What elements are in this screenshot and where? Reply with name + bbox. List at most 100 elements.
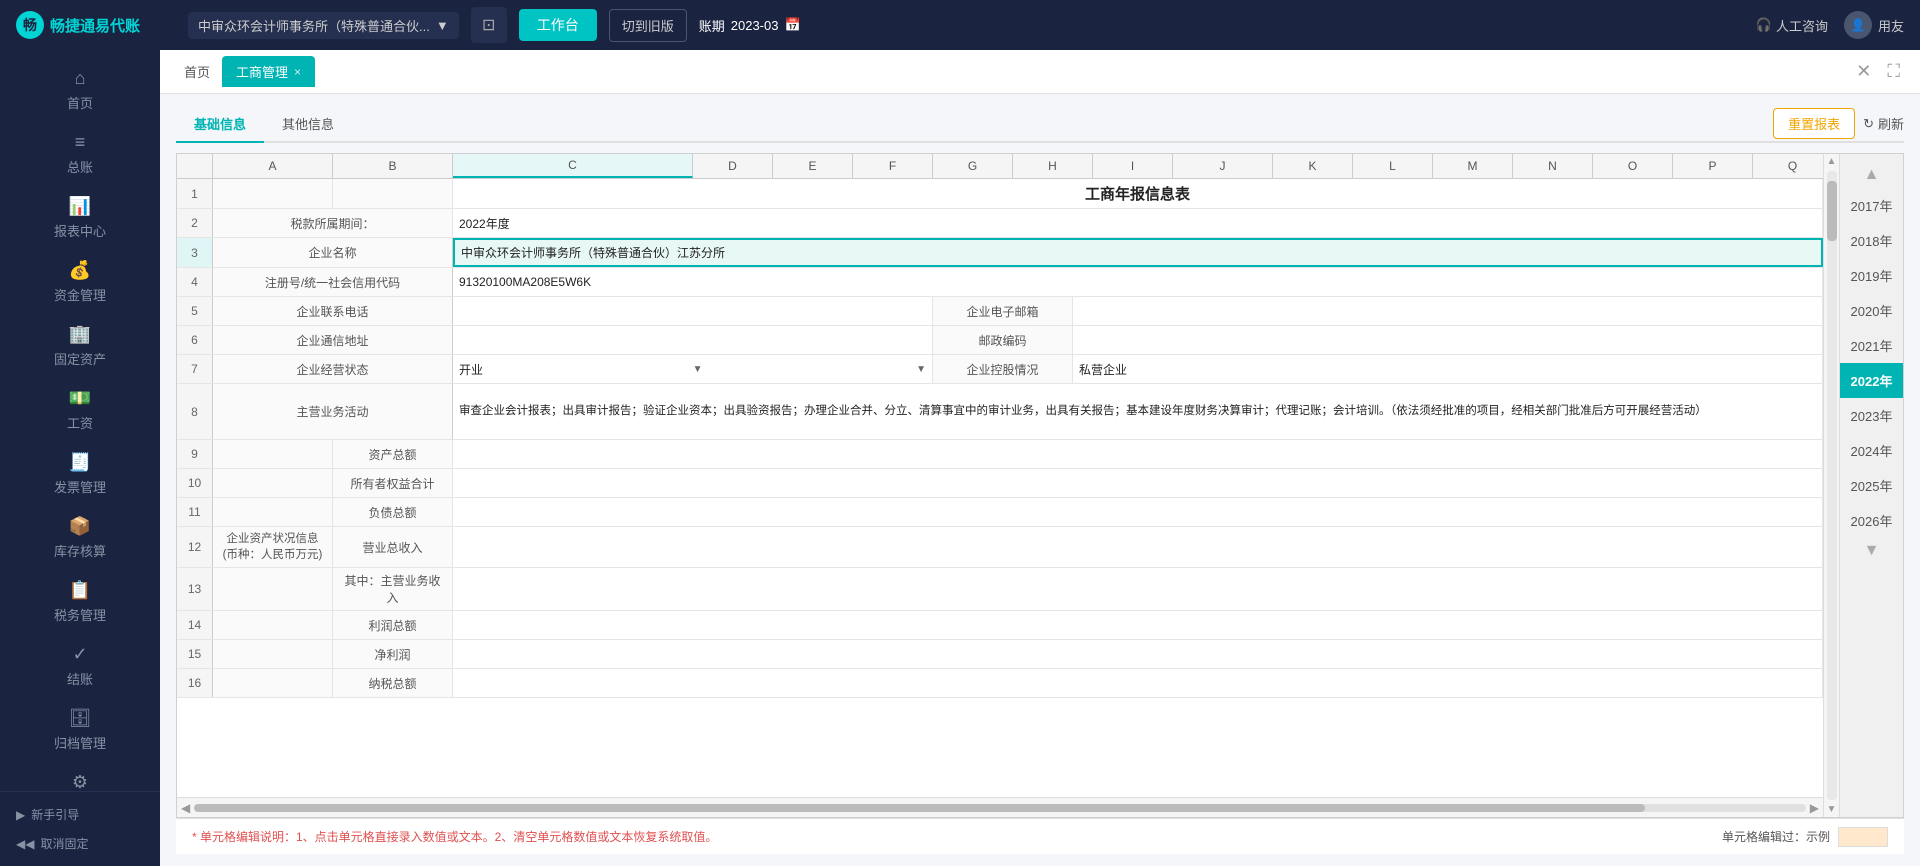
cell-6k[interactable] bbox=[1073, 326, 1823, 354]
cell-2c[interactable]: 2022年度 bbox=[453, 209, 1823, 237]
cell-15a[interactable] bbox=[213, 640, 333, 668]
sidebar-item-invoice[interactable]: 🧾 发票管理 bbox=[0, 442, 160, 506]
sub-tab-other[interactable]: 其他信息 bbox=[264, 106, 352, 143]
cell-6j[interactable]: 邮政编码 bbox=[933, 326, 1073, 354]
vscroll-down-arrow[interactable]: ▼ bbox=[1825, 802, 1839, 817]
cell-14c[interactable] bbox=[453, 611, 1823, 639]
cell-3ab[interactable]: 企业名称 bbox=[213, 238, 453, 267]
cell-1a[interactable] bbox=[213, 179, 333, 208]
year-2017[interactable]: 2017年 bbox=[1840, 188, 1903, 223]
cell-9c[interactable] bbox=[453, 440, 1823, 468]
cell-9a[interactable] bbox=[213, 440, 333, 468]
cancel-fixed-button[interactable]: ◀◀ 取消固定 bbox=[0, 829, 160, 858]
sidebar-item-reports[interactable]: 📊 报表中心 bbox=[0, 186, 160, 250]
vscroll-track[interactable] bbox=[1827, 171, 1837, 800]
year-nav-up[interactable]: ▲ bbox=[1840, 158, 1903, 188]
cell-5ab[interactable]: 企业联系电话 bbox=[213, 297, 453, 325]
sidebar-item-tax[interactable]: 📋 税务管理 bbox=[0, 570, 160, 634]
sub-tab-basic[interactable]: 基础信息 bbox=[176, 106, 264, 143]
hscroll-thumb[interactable] bbox=[194, 804, 1644, 812]
year-2022[interactable]: 2022年 bbox=[1840, 363, 1903, 398]
new-guide-button[interactable]: ▶ 新手引导 bbox=[0, 800, 160, 829]
cell-9b[interactable]: 资产总额 bbox=[333, 440, 453, 468]
close-tab-button[interactable]: ✕ bbox=[1852, 57, 1875, 86]
vscroll-bar[interactable]: ▲ ▼ bbox=[1823, 154, 1839, 817]
refresh-button[interactable]: ↻ 刷新 bbox=[1863, 108, 1904, 139]
cell-14b[interactable]: 利润总额 bbox=[333, 611, 453, 639]
calendar-icon[interactable]: 📅 bbox=[784, 17, 800, 33]
cell-7k[interactable]: 私营企业 bbox=[1073, 355, 1823, 383]
sidebar-item-finance[interactable]: 💰 资金管理 bbox=[0, 250, 160, 314]
reset-report-button[interactable]: 重置报表 bbox=[1773, 108, 1855, 139]
tab-gongshang[interactable]: 工商管理 × bbox=[222, 56, 315, 87]
cell-15b[interactable]: 净利润 bbox=[333, 640, 453, 668]
cell-6c[interactable] bbox=[453, 326, 933, 354]
cell-13c[interactable] bbox=[453, 568, 1823, 610]
cell-7ab[interactable]: 企业经营状态 bbox=[213, 355, 453, 383]
year-down-arrow[interactable]: ▼ bbox=[1860, 538, 1884, 564]
hscroll-right-arrow[interactable]: ▶ bbox=[1810, 801, 1819, 815]
cell-13b[interactable]: 其中：主营业务收入 bbox=[333, 568, 453, 610]
year-2018[interactable]: 2018年 bbox=[1840, 223, 1903, 258]
sidebar-item-ledger[interactable]: ≡ 总账 bbox=[0, 122, 160, 186]
cell-5c[interactable] bbox=[453, 297, 933, 325]
cell-16b[interactable]: 纳税总额 bbox=[333, 669, 453, 697]
company-selector[interactable]: 中审众环会计师事务所（特殊普通合伙... ▼ bbox=[188, 12, 459, 39]
cell-16c[interactable] bbox=[453, 669, 1823, 697]
cell-4c[interactable]: 91320100MA208E5W6K bbox=[453, 268, 1823, 296]
sidebar-item-assets[interactable]: 🏢 固定资产 bbox=[0, 314, 160, 378]
workbench-button[interactable]: 工作台 bbox=[519, 9, 597, 41]
year-2024[interactable]: 2024年 bbox=[1840, 433, 1903, 468]
maximize-button[interactable]: ⛶ bbox=[1883, 57, 1904, 86]
cell-14a[interactable] bbox=[213, 611, 333, 639]
cell-1-title[interactable]: 工商年报信息表 bbox=[453, 179, 1823, 208]
year-2020[interactable]: 2020年 bbox=[1840, 293, 1903, 328]
year-2025[interactable]: 2025年 bbox=[1840, 468, 1903, 503]
cell-10b[interactable]: 所有者权益合计 bbox=[333, 469, 453, 497]
cell-8ab[interactable]: 主营业务活动 bbox=[213, 384, 453, 439]
cell-7j[interactable]: 企业控股情况 bbox=[933, 355, 1073, 383]
sidebar-item-closing[interactable]: ✓ 结账 bbox=[0, 634, 160, 698]
hscroll-left-arrow[interactable]: ◀ bbox=[181, 801, 190, 815]
tab-home[interactable]: 首页 bbox=[176, 58, 218, 85]
cell-7c[interactable]: 开业 ▼ bbox=[453, 355, 933, 383]
vscroll-thumb[interactable] bbox=[1827, 181, 1837, 241]
cell-11b[interactable]: 负债总额 bbox=[333, 498, 453, 526]
cell-12a[interactable]: 企业资产状况信息(币种：人民币万元) bbox=[213, 527, 333, 567]
cell-11c[interactable] bbox=[453, 498, 1823, 526]
user-menu[interactable]: 👤 用友 bbox=[1844, 11, 1904, 39]
cell-12c[interactable] bbox=[453, 527, 1823, 567]
cell-16a[interactable] bbox=[213, 669, 333, 697]
cell-12b[interactable]: 营业总收入 bbox=[333, 527, 453, 567]
cell-4ab[interactable]: 注册号/统一社会信用代码 bbox=[213, 268, 453, 296]
cell-2a[interactable]: 税款所属期间： bbox=[213, 209, 453, 237]
hscroll-bar[interactable]: ◀ ▶ bbox=[177, 797, 1823, 817]
cell-5j[interactable]: 企业电子邮箱 bbox=[933, 297, 1073, 325]
year-2026[interactable]: 2026年 bbox=[1840, 503, 1903, 538]
year-up-arrow[interactable]: ▲ bbox=[1860, 162, 1884, 188]
sidebar-item-home[interactable]: ⌂ 首页 bbox=[0, 58, 160, 122]
cell-5k[interactable] bbox=[1073, 297, 1823, 325]
sidebar-item-inventory[interactable]: 📦 库存核算 bbox=[0, 506, 160, 570]
year-2021[interactable]: 2021年 bbox=[1840, 328, 1903, 363]
cell-11a[interactable] bbox=[213, 498, 333, 526]
cell-3c[interactable]: 中审众环会计师事务所（特殊普通合伙）江苏分所 bbox=[453, 238, 1823, 267]
old-version-button[interactable]: 切到旧版 bbox=[609, 9, 687, 42]
hscroll-track[interactable] bbox=[194, 804, 1806, 812]
year-nav-down[interactable]: ▼ bbox=[1840, 538, 1903, 568]
cell-6ab[interactable]: 企业通信地址 bbox=[213, 326, 453, 354]
copy-button[interactable]: ⊡ bbox=[471, 7, 507, 43]
service-button[interactable]: 🎧 人工咨询 bbox=[1756, 16, 1828, 35]
vscroll-up-arrow[interactable]: ▲ bbox=[1825, 154, 1839, 169]
cell-1b[interactable] bbox=[333, 179, 453, 208]
year-2023[interactable]: 2023年 bbox=[1840, 398, 1903, 433]
cell-10a[interactable] bbox=[213, 469, 333, 497]
cell-13a[interactable] bbox=[213, 568, 333, 610]
cell-15c[interactable] bbox=[453, 640, 1823, 668]
col-c[interactable]: C bbox=[453, 154, 693, 178]
sidebar-item-salary[interactable]: 💵 工资 bbox=[0, 378, 160, 442]
tab-close-icon[interactable]: × bbox=[294, 65, 301, 79]
sidebar-item-settings[interactable]: ⚙ 设置 bbox=[0, 762, 160, 791]
year-2019[interactable]: 2019年 bbox=[1840, 258, 1903, 293]
cell-10c[interactable] bbox=[453, 469, 1823, 497]
